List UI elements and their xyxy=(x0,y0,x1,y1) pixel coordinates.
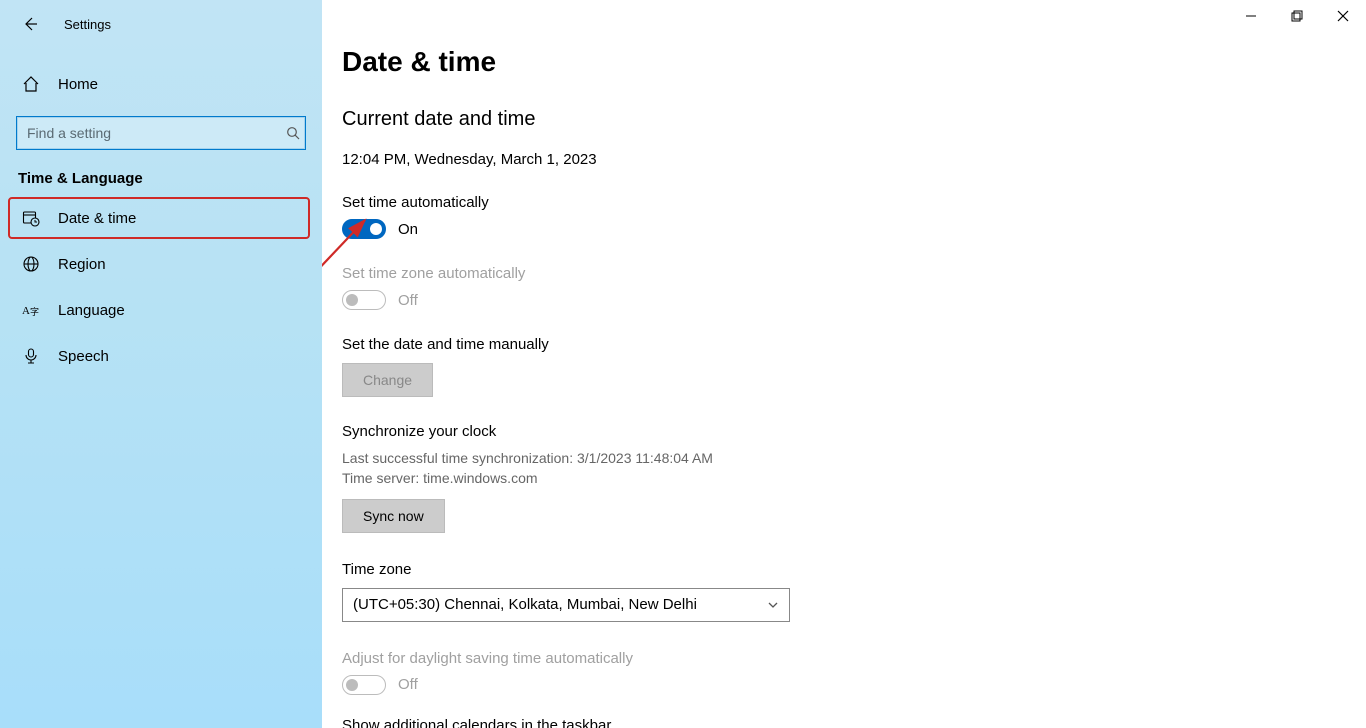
sidebar-item-date-time[interactable]: Date & time xyxy=(8,197,310,239)
svg-text:A: A xyxy=(22,305,30,317)
set-tz-auto-state: Off xyxy=(398,292,418,309)
set-tz-auto-setting: Set time zone automatically Off xyxy=(342,265,1346,310)
sync-clock-section: Synchronize your clock Last successful t… xyxy=(342,423,1346,533)
set-time-auto-label: Set time automatically xyxy=(342,194,1346,211)
time-zone-label: Time zone xyxy=(342,561,1346,578)
minimize-button[interactable] xyxy=(1228,0,1274,32)
main-panel: Date & time Current date and time 12:04 … xyxy=(322,0,1366,728)
additional-calendars-section: Show additional calendars in the taskbar xyxy=(342,717,1346,728)
search-icon xyxy=(281,126,305,140)
window-controls xyxy=(1228,0,1366,32)
current-datetime-heading: Current date and time xyxy=(342,108,1346,131)
set-tz-auto-label: Set time zone automatically xyxy=(342,265,1346,282)
sidebar-item-label: Speech xyxy=(58,348,109,365)
set-manual-label: Set the date and time manually xyxy=(342,336,1346,353)
sidebar-item-speech[interactable]: Speech xyxy=(0,333,322,379)
sync-now-button[interactable]: Sync now xyxy=(342,499,445,533)
svg-text:字: 字 xyxy=(30,306,39,317)
sidebar-home-label: Home xyxy=(58,76,98,93)
titlebar-left: Settings xyxy=(0,6,322,42)
set-time-auto-state: On xyxy=(398,221,418,238)
back-icon[interactable] xyxy=(22,16,40,32)
time-zone-section: Time zone (UTC+05:30) Chennai, Kolkata, … xyxy=(342,561,1346,622)
sync-last-sync: Last successful time synchronization: 3/… xyxy=(342,448,1346,468)
sync-heading: Synchronize your clock xyxy=(342,423,1346,440)
close-button[interactable] xyxy=(1320,0,1366,32)
time-zone-value: (UTC+05:30) Chennai, Kolkata, Mumbai, Ne… xyxy=(353,596,697,613)
globe-icon xyxy=(22,255,40,273)
dst-state: Off xyxy=(398,676,418,693)
sidebar-item-region[interactable]: Region xyxy=(0,241,322,287)
sync-server: Time server: time.windows.com xyxy=(342,468,1346,488)
sidebar-item-label: Date & time xyxy=(58,210,136,227)
time-zone-select[interactable]: (UTC+05:30) Chennai, Kolkata, Mumbai, Ne… xyxy=(342,588,790,622)
home-icon xyxy=(22,75,40,93)
sidebar: Settings Home Time & Language Date & tim… xyxy=(0,0,322,728)
search-box[interactable] xyxy=(16,116,306,150)
set-time-auto-toggle[interactable] xyxy=(342,219,386,239)
dst-section: Adjust for daylight saving time automati… xyxy=(342,650,1346,695)
sidebar-item-label: Region xyxy=(58,256,106,273)
microphone-icon xyxy=(22,347,40,365)
set-manual-setting: Set the date and time manually Change xyxy=(342,336,1346,397)
search-wrap xyxy=(0,106,322,150)
sidebar-item-label: Language xyxy=(58,302,125,319)
calendar-clock-icon xyxy=(22,209,40,227)
sidebar-section-title: Time & Language xyxy=(0,150,322,195)
set-time-auto-setting: Set time automatically On xyxy=(342,194,1346,239)
dst-toggle xyxy=(342,675,386,695)
dst-label: Adjust for daylight saving time automati… xyxy=(342,650,1346,667)
app-title: Settings xyxy=(64,17,111,32)
set-tz-auto-toggle xyxy=(342,290,386,310)
current-datetime-value: 12:04 PM, Wednesday, March 1, 2023 xyxy=(342,151,1346,168)
app-root: Settings Home Time & Language Date & tim… xyxy=(0,0,1366,728)
page-title: Date & time xyxy=(342,46,1346,78)
sidebar-item-home[interactable]: Home xyxy=(0,62,322,106)
search-input[interactable] xyxy=(17,125,281,141)
chevron-down-icon xyxy=(767,599,779,611)
additional-calendars-label: Show additional calendars in the taskbar xyxy=(342,717,1346,728)
maximize-button[interactable] xyxy=(1274,0,1320,32)
change-button: Change xyxy=(342,363,433,397)
language-icon: A字 xyxy=(22,301,40,319)
sidebar-item-language[interactable]: A字 Language xyxy=(0,287,322,333)
